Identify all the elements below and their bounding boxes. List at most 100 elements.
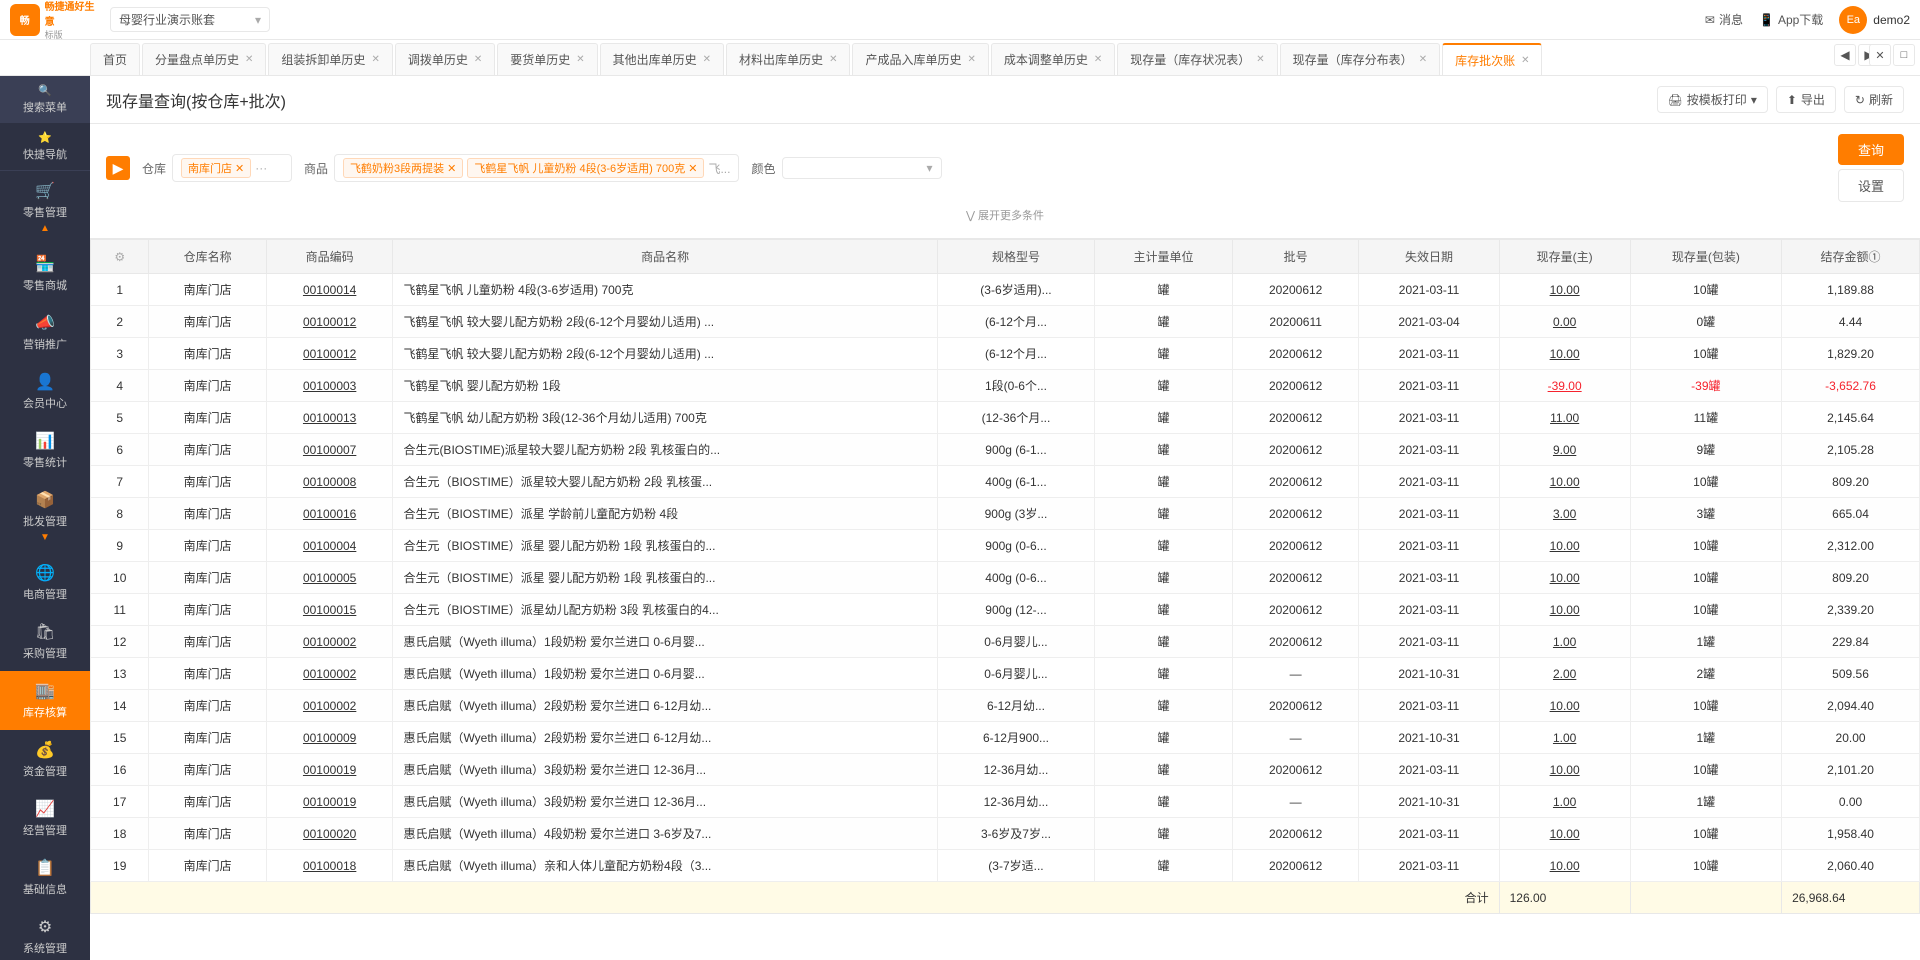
tab-2[interactable]: 组装拆卸单历史 ✕ bbox=[268, 43, 392, 75]
sidebar-search[interactable]: 🔍 搜索菜单 bbox=[0, 76, 90, 123]
industry-select[interactable]: 母婴行业演示账套 ▾ bbox=[110, 7, 270, 32]
tab-5[interactable]: 其他出库单历史 ✕ bbox=[600, 43, 724, 75]
cell-code[interactable]: 00100015 bbox=[266, 594, 393, 626]
cell-code[interactable]: 00100008 bbox=[266, 466, 393, 498]
product-filter-input[interactable]: 飞鹤奶粉3段两提装 ✕ 飞鹤星飞帆 儿童奶粉 4段(3-6岁适用) 700克 ✕… bbox=[334, 154, 739, 182]
tab-9[interactable]: 现存量（库存状况表） ✕ bbox=[1117, 43, 1277, 75]
tab-5-close-icon[interactable]: ✕ bbox=[703, 54, 711, 65]
product-filter-more[interactable]: 飞... bbox=[708, 160, 730, 177]
cell-code[interactable]: 00100012 bbox=[266, 306, 393, 338]
tab-prev-button[interactable]: ◀ bbox=[1834, 44, 1856, 66]
warehouse-tag-remove-icon[interactable]: ✕ bbox=[235, 162, 244, 175]
cell-qty[interactable]: 10.00 bbox=[1499, 690, 1630, 722]
tab-4-close-icon[interactable]: ✕ bbox=[576, 54, 584, 65]
cell-code[interactable]: 00100007 bbox=[266, 434, 393, 466]
cell-qty[interactable]: 1.00 bbox=[1499, 786, 1630, 818]
sidebar-item-member[interactable]: 👤 会员中心 bbox=[0, 362, 90, 421]
tab-3-close-icon[interactable]: ✕ bbox=[474, 54, 482, 65]
cell-qty[interactable]: 10.00 bbox=[1499, 274, 1630, 306]
cell-qty[interactable]: -39.00 bbox=[1499, 370, 1630, 402]
tab-6[interactable]: 材料出库单历史 ✕ bbox=[726, 43, 850, 75]
tab-11[interactable]: 库存批次账 ✕ bbox=[1442, 43, 1542, 75]
sidebar-item-basic[interactable]: 📋 基础信息 bbox=[0, 848, 90, 907]
tab-11-close-icon[interactable]: ✕ bbox=[1521, 55, 1529, 66]
cell-code[interactable]: 00100004 bbox=[266, 530, 393, 562]
tab-2-close-icon[interactable]: ✕ bbox=[371, 54, 379, 65]
cell-code[interactable]: 00100016 bbox=[266, 498, 393, 530]
tab-6-close-icon[interactable]: ✕ bbox=[829, 54, 837, 65]
tab-close-all-button[interactable]: ✕ bbox=[1869, 44, 1891, 66]
cell-qty[interactable]: 10.00 bbox=[1499, 338, 1630, 370]
sidebar-item-retail-mgmt[interactable]: 🛒 零售管理 ▲ bbox=[0, 171, 90, 244]
sidebar-item-inventory[interactable]: 🏬 库存核算 bbox=[0, 671, 90, 730]
product-tag-1-remove-icon[interactable]: ✕ bbox=[447, 162, 456, 175]
cell-qty[interactable]: 11.00 bbox=[1499, 402, 1630, 434]
cell-code[interactable]: 00100019 bbox=[266, 786, 393, 818]
cell-qty[interactable]: 0.00 bbox=[1499, 306, 1630, 338]
sidebar-item-sys[interactable]: ⚙ 系统管理 bbox=[0, 907, 90, 960]
tab-1-close-icon[interactable]: ✕ bbox=[245, 54, 253, 65]
product-tag-2-remove-icon[interactable]: ✕ bbox=[688, 162, 697, 175]
cell-code[interactable]: 00100009 bbox=[266, 722, 393, 754]
cell-qty[interactable]: 9.00 bbox=[1499, 434, 1630, 466]
sidebar-item-wholesale[interactable]: 📦 批发管理 ▼ bbox=[0, 480, 90, 553]
tab-3[interactable]: 调拨单历史 ✕ bbox=[395, 43, 495, 75]
user-area[interactable]: Ea demo2 bbox=[1839, 6, 1910, 34]
cell-qty[interactable]: 10.00 bbox=[1499, 594, 1630, 626]
tab-home[interactable]: 首页 bbox=[90, 43, 140, 75]
cell-code[interactable]: 00100005 bbox=[266, 562, 393, 594]
tab-9-close-icon[interactable]: ✕ bbox=[1256, 54, 1264, 65]
cell-code[interactable]: 00100013 bbox=[266, 402, 393, 434]
cell-qty[interactable]: 10.00 bbox=[1499, 562, 1630, 594]
cell-qty[interactable]: 3.00 bbox=[1499, 498, 1630, 530]
col-settings[interactable]: ⚙ bbox=[91, 240, 149, 274]
cell-code[interactable]: 00100002 bbox=[266, 690, 393, 722]
cell-qty[interactable]: 2.00 bbox=[1499, 658, 1630, 690]
cell-code[interactable]: 00100020 bbox=[266, 818, 393, 850]
cell-code[interactable]: 00100002 bbox=[266, 658, 393, 690]
cell-qty[interactable]: 10.00 bbox=[1499, 850, 1630, 882]
cell-qty[interactable]: 10.00 bbox=[1499, 530, 1630, 562]
sidebar-item-ecom[interactable]: 🌐 电商管理 bbox=[0, 553, 90, 612]
warehouse-filter-more[interactable]: ··· bbox=[255, 161, 267, 175]
cell-no: 18 bbox=[91, 818, 149, 850]
cell-code[interactable]: 00100002 bbox=[266, 626, 393, 658]
tab-10[interactable]: 现存量（库存分布表） ✕ bbox=[1280, 43, 1440, 75]
tab-8-close-icon[interactable]: ✕ bbox=[1094, 54, 1102, 65]
sidebar-item-purchase[interactable]: 🛍 采购管理 bbox=[0, 612, 90, 671]
cell-code[interactable]: 00100014 bbox=[266, 274, 393, 306]
tab-1[interactable]: 分量盘点单历史 ✕ bbox=[142, 43, 266, 75]
app-download-button[interactable]: 📱 App下载 bbox=[1759, 11, 1823, 28]
sidebar-item-retail-stat[interactable]: 📊 零售统计 bbox=[0, 421, 90, 480]
cell-qty[interactable]: 1.00 bbox=[1499, 722, 1630, 754]
cell-qty[interactable]: 10.00 bbox=[1499, 754, 1630, 786]
sidebar-item-finance[interactable]: 💰 资金管理 bbox=[0, 730, 90, 789]
cell-qty[interactable]: 10.00 bbox=[1499, 818, 1630, 850]
cell-code[interactable]: 00100012 bbox=[266, 338, 393, 370]
tab-10-close-icon[interactable]: ✕ bbox=[1419, 54, 1427, 65]
export-button[interactable]: ⬆ 导出 bbox=[1776, 86, 1836, 113]
refresh-button[interactable]: ↻ 刷新 bbox=[1844, 86, 1904, 113]
warehouse-filter-input[interactable]: 南库门店 ✕ ··· bbox=[172, 154, 292, 182]
tab-7[interactable]: 产成品入库单历史 ✕ bbox=[852, 43, 988, 75]
setting-button[interactable]: 设置 bbox=[1838, 169, 1904, 202]
expand-more-button[interactable]: ⋁ 展开更多条件 bbox=[966, 207, 1044, 223]
cell-code[interactable]: 00100018 bbox=[266, 850, 393, 882]
message-button[interactable]: ✉ 消息 bbox=[1705, 11, 1743, 28]
query-button[interactable]: 查询 bbox=[1838, 134, 1904, 165]
cell-qty[interactable]: 10.00 bbox=[1499, 466, 1630, 498]
sidebar-item-marketing[interactable]: 📣 营销推广 bbox=[0, 303, 90, 362]
tab-4[interactable]: 要货单历史 ✕ bbox=[497, 43, 597, 75]
tab-7-close-icon[interactable]: ✕ bbox=[967, 54, 975, 65]
tab-8[interactable]: 成本调整单历史 ✕ bbox=[991, 43, 1115, 75]
template-print-button[interactable]: 🖨 按模板打印 ▾ bbox=[1657, 86, 1768, 113]
sidebar-item-retail-shop[interactable]: 🏪 零售商城 bbox=[0, 244, 90, 303]
sidebar-quick-nav[interactable]: ⭐ 快捷导航 bbox=[0, 123, 90, 171]
cell-code[interactable]: 00100019 bbox=[266, 754, 393, 786]
cell-code[interactable]: 00100003 bbox=[266, 370, 393, 402]
filter-expand-button[interactable]: ▶ bbox=[106, 156, 130, 180]
cell-qty[interactable]: 1.00 bbox=[1499, 626, 1630, 658]
color-filter-input[interactable]: ▾ bbox=[782, 157, 942, 179]
tab-maximize-button[interactable]: □ bbox=[1893, 44, 1915, 66]
sidebar-item-bizops[interactable]: 📈 经营管理 bbox=[0, 789, 90, 848]
